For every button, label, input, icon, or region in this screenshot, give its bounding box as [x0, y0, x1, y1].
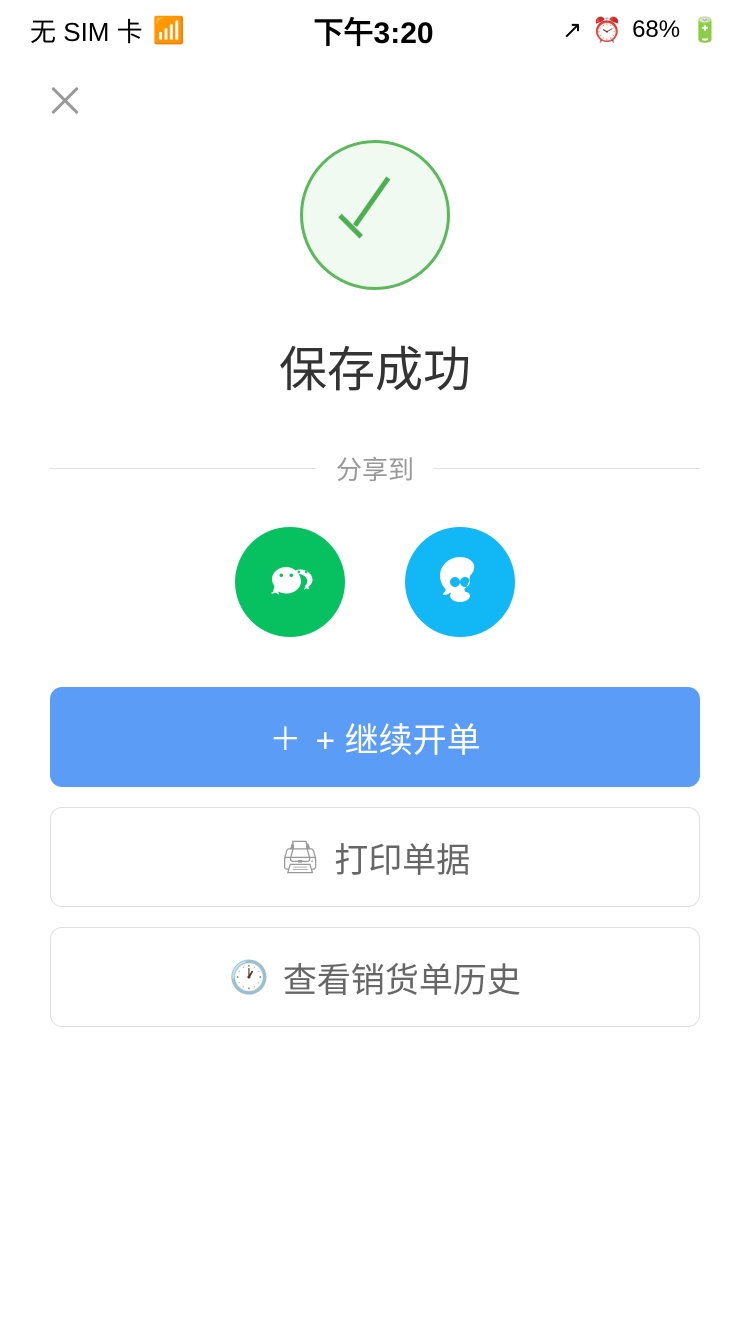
- divider-line-right: [434, 468, 700, 469]
- print-label: 打印单据: [334, 833, 470, 882]
- success-icon-wrap: [300, 140, 450, 290]
- alarm-icon: ⏰: [592, 16, 622, 45]
- checkmark-icon: [335, 185, 415, 245]
- printer-icon: 🖨: [280, 838, 321, 876]
- main-content: 保存成功 分享到 ＋: [0, 60, 750, 1027]
- sim-label: 无 SIM 卡: [30, 12, 143, 49]
- battery-icon: 🔋: [690, 16, 720, 45]
- location-icon: ↗: [562, 16, 582, 45]
- history-button[interactable]: 🕐 查看销货单历史: [50, 927, 700, 1027]
- wechat-share-button[interactable]: [235, 527, 345, 637]
- wechat-icon: [260, 552, 320, 612]
- divider-line-left: [50, 468, 316, 469]
- qq-share-button[interactable]: [405, 527, 515, 637]
- qq-icon: [430, 552, 490, 612]
- status-left: 无 SIM 卡 📶: [30, 12, 185, 49]
- share-icons: [50, 527, 700, 637]
- status-bar: 无 SIM 卡 📶 下午3:20 ↗ ⏰ 68% 🔋: [0, 0, 750, 60]
- action-buttons: ＋ + 继续开单 🖨 打印单据 🕐 查看销货单历史: [0, 687, 750, 1027]
- share-divider: 分享到: [50, 450, 700, 487]
- share-section: 分享到: [0, 450, 750, 637]
- wifi-icon: 📶: [153, 15, 185, 46]
- continue-button[interactable]: ＋ + 继续开单: [50, 687, 700, 787]
- close-button[interactable]: [40, 75, 90, 125]
- continue-label: + 继续开单: [315, 713, 480, 762]
- share-label: 分享到: [336, 450, 414, 487]
- battery-level: 68%: [632, 16, 680, 44]
- status-time: 下午3:20: [314, 8, 434, 52]
- clock-icon: 🕐: [229, 958, 269, 996]
- status-right: ↗ ⏰ 68% 🔋: [562, 16, 720, 45]
- print-button[interactable]: 🖨 打印单据: [50, 807, 700, 907]
- success-title: 保存成功: [279, 330, 471, 400]
- plus-icon: ＋: [269, 714, 301, 760]
- history-label: 查看销货单历史: [283, 953, 521, 1002]
